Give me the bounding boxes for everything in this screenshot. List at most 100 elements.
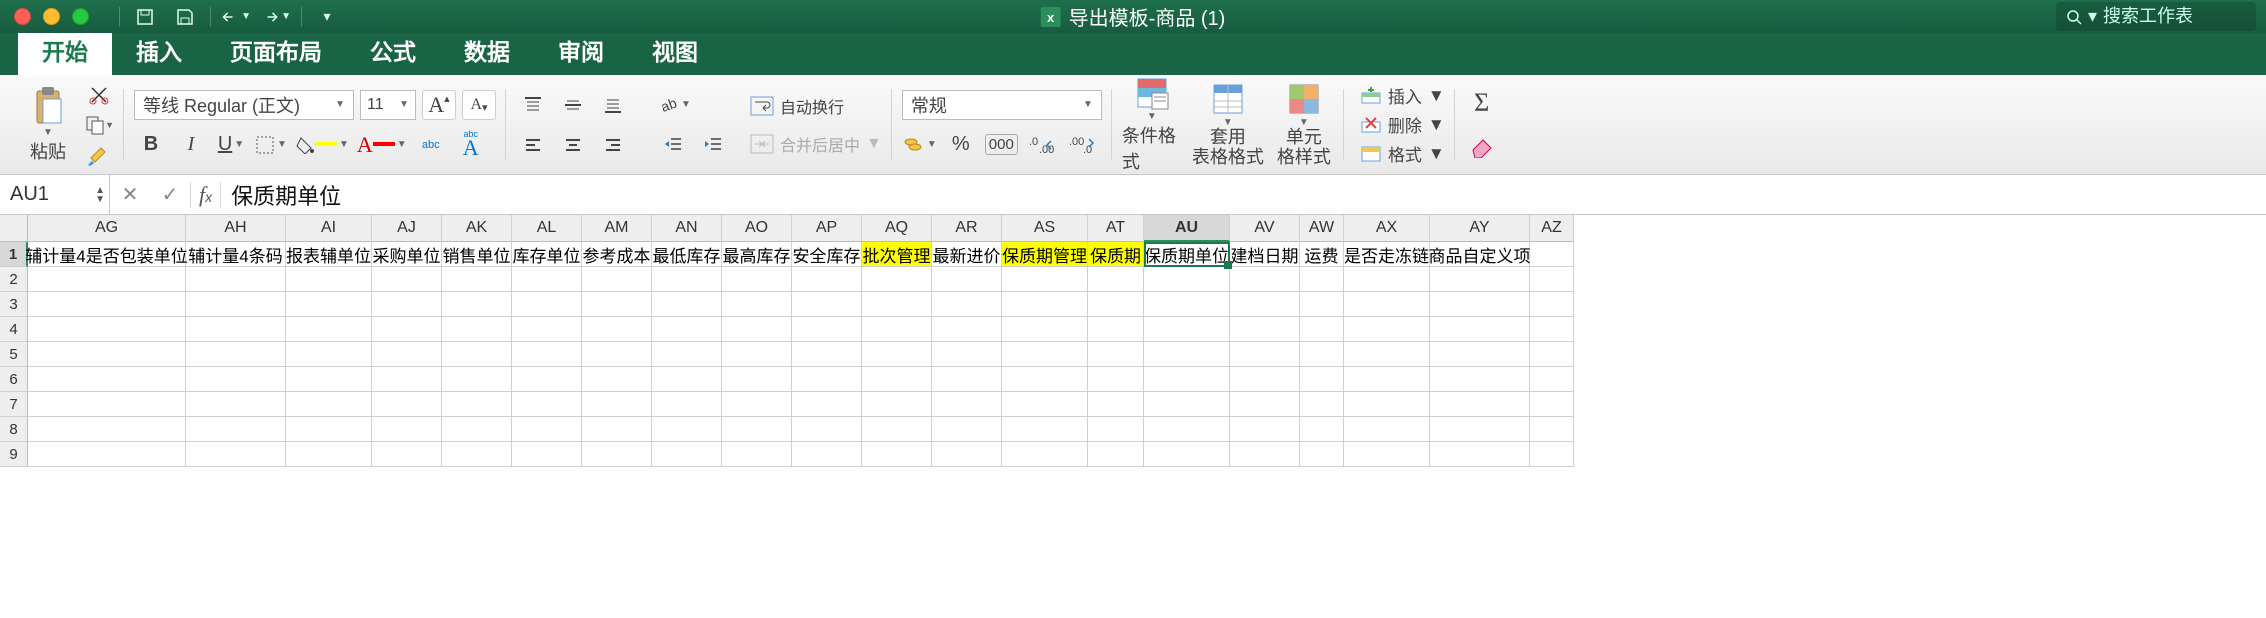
cell-AN2[interactable] bbox=[652, 267, 722, 292]
cell-AV7[interactable] bbox=[1230, 392, 1300, 417]
search-box[interactable]: ▾ bbox=[2056, 2, 2256, 31]
cell-AI3[interactable] bbox=[286, 292, 372, 317]
cell-AU2[interactable] bbox=[1144, 267, 1230, 292]
cell-AT5[interactable] bbox=[1088, 342, 1144, 367]
cell-AH7[interactable] bbox=[186, 392, 286, 417]
cell-AX8[interactable] bbox=[1344, 417, 1430, 442]
cell-AG4[interactable] bbox=[28, 317, 186, 342]
cell-AI5[interactable] bbox=[286, 342, 372, 367]
fx-icon[interactable]: fx bbox=[199, 182, 212, 208]
cell-AL8[interactable] bbox=[512, 417, 582, 442]
cell-AP3[interactable] bbox=[792, 292, 862, 317]
align-middle-button[interactable] bbox=[556, 90, 590, 120]
align-center-button[interactable] bbox=[556, 130, 590, 160]
cell-AG9[interactable] bbox=[28, 442, 186, 467]
cell-AV6[interactable] bbox=[1230, 367, 1300, 392]
cell-AH2[interactable] bbox=[186, 267, 286, 292]
cell-AZ7[interactable] bbox=[1530, 392, 1574, 417]
cell-AY9[interactable] bbox=[1430, 442, 1530, 467]
cell-AM2[interactable] bbox=[582, 267, 652, 292]
save-icon[interactable] bbox=[170, 5, 200, 29]
name-box-stepper[interactable]: ▲▼ bbox=[95, 186, 105, 204]
column-header-AU[interactable]: AU bbox=[1144, 215, 1230, 242]
column-header-AR[interactable]: AR bbox=[932, 215, 1002, 242]
customize-qat-button[interactable]: ▾ bbox=[312, 5, 342, 29]
underline-button[interactable]: U▼ bbox=[214, 130, 248, 160]
column-header-AN[interactable]: AN bbox=[652, 215, 722, 242]
tab-formulas[interactable]: 公式 bbox=[346, 27, 440, 75]
cell-AV8[interactable] bbox=[1230, 417, 1300, 442]
cell-AH8[interactable] bbox=[186, 417, 286, 442]
cell-AO6[interactable] bbox=[722, 367, 792, 392]
cell-AS6[interactable] bbox=[1002, 367, 1088, 392]
column-header-AM[interactable]: AM bbox=[582, 215, 652, 242]
phonetic-a-button[interactable]: abcA bbox=[454, 130, 488, 160]
cell-AH9[interactable] bbox=[186, 442, 286, 467]
column-header-AQ[interactable]: AQ bbox=[862, 215, 932, 242]
cell-AZ2[interactable] bbox=[1530, 267, 1574, 292]
cell-AJ4[interactable] bbox=[372, 317, 442, 342]
cell-AZ1[interactable] bbox=[1530, 242, 1574, 267]
cell-AY5[interactable] bbox=[1430, 342, 1530, 367]
row-header-3[interactable]: 3 bbox=[0, 292, 28, 317]
cell-AN3[interactable] bbox=[652, 292, 722, 317]
cell-AM3[interactable] bbox=[582, 292, 652, 317]
row-header-1[interactable]: 1 bbox=[0, 242, 28, 267]
cell-AN8[interactable] bbox=[652, 417, 722, 442]
cell-AI4[interactable] bbox=[286, 317, 372, 342]
cell-AI7[interactable] bbox=[286, 392, 372, 417]
cell-AN6[interactable] bbox=[652, 367, 722, 392]
cell-AI6[interactable] bbox=[286, 367, 372, 392]
cell-AQ6[interactable] bbox=[862, 367, 932, 392]
cell-AX6[interactable] bbox=[1344, 367, 1430, 392]
cell-AR4[interactable] bbox=[932, 317, 1002, 342]
cell-AO7[interactable] bbox=[722, 392, 792, 417]
cell-AT7[interactable] bbox=[1088, 392, 1144, 417]
cell-AL2[interactable] bbox=[512, 267, 582, 292]
row-header-2[interactable]: 2 bbox=[0, 267, 28, 292]
cell-AR7[interactable] bbox=[932, 392, 1002, 417]
cell-AJ6[interactable] bbox=[372, 367, 442, 392]
copy-button[interactable]: ▼ bbox=[84, 113, 114, 137]
cell-AW4[interactable] bbox=[1300, 317, 1344, 342]
cell-AL7[interactable] bbox=[512, 392, 582, 417]
cell-AL4[interactable] bbox=[512, 317, 582, 342]
cell-AP1[interactable]: 安全库存 bbox=[792, 242, 862, 267]
column-header-AS[interactable]: AS bbox=[1002, 215, 1088, 242]
cell-AO9[interactable] bbox=[722, 442, 792, 467]
cell-AT6[interactable] bbox=[1088, 367, 1144, 392]
cell-AG8[interactable] bbox=[28, 417, 186, 442]
column-header-AX[interactable]: AX bbox=[1344, 215, 1430, 242]
cell-AM5[interactable] bbox=[582, 342, 652, 367]
cell-AJ1[interactable]: 采购单位 bbox=[372, 242, 442, 267]
cell-AZ8[interactable] bbox=[1530, 417, 1574, 442]
cell-AX7[interactable] bbox=[1344, 392, 1430, 417]
cell-AL9[interactable] bbox=[512, 442, 582, 467]
cell-AO3[interactable] bbox=[722, 292, 792, 317]
cell-AP2[interactable] bbox=[792, 267, 862, 292]
row-header-5[interactable]: 5 bbox=[0, 342, 28, 367]
increase-font-button[interactable]: A▴ bbox=[422, 90, 456, 120]
cell-AQ9[interactable] bbox=[862, 442, 932, 467]
cell-AY1[interactable]: 商品自定义项 bbox=[1430, 242, 1530, 267]
search-input[interactable] bbox=[2103, 6, 2243, 27]
increase-indent-button[interactable] bbox=[696, 130, 730, 160]
formula-input[interactable]: 保质期单位 bbox=[221, 179, 2266, 211]
cancel-formula-button[interactable]: ✕ bbox=[110, 182, 150, 207]
cell-AW6[interactable] bbox=[1300, 367, 1344, 392]
cell-AM1[interactable]: 参考成本 bbox=[582, 242, 652, 267]
phonetic-button[interactable]: abc bbox=[414, 130, 448, 160]
cell-AW8[interactable] bbox=[1300, 417, 1344, 442]
cell-AS2[interactable] bbox=[1002, 267, 1088, 292]
cell-AP4[interactable] bbox=[792, 317, 862, 342]
cell-AU5[interactable] bbox=[1144, 342, 1230, 367]
cell-AN7[interactable] bbox=[652, 392, 722, 417]
cell-AQ3[interactable] bbox=[862, 292, 932, 317]
cell-AK3[interactable] bbox=[442, 292, 512, 317]
tab-data[interactable]: 数据 bbox=[440, 27, 534, 75]
cell-AS9[interactable] bbox=[1002, 442, 1088, 467]
cell-AI1[interactable]: 报表辅单位 bbox=[286, 242, 372, 267]
conditional-format-button[interactable]: ▼ 条件格式 bbox=[1122, 75, 1182, 174]
cell-AJ7[interactable] bbox=[372, 392, 442, 417]
number-format-select[interactable]: 常规 ▼ bbox=[902, 90, 1102, 120]
